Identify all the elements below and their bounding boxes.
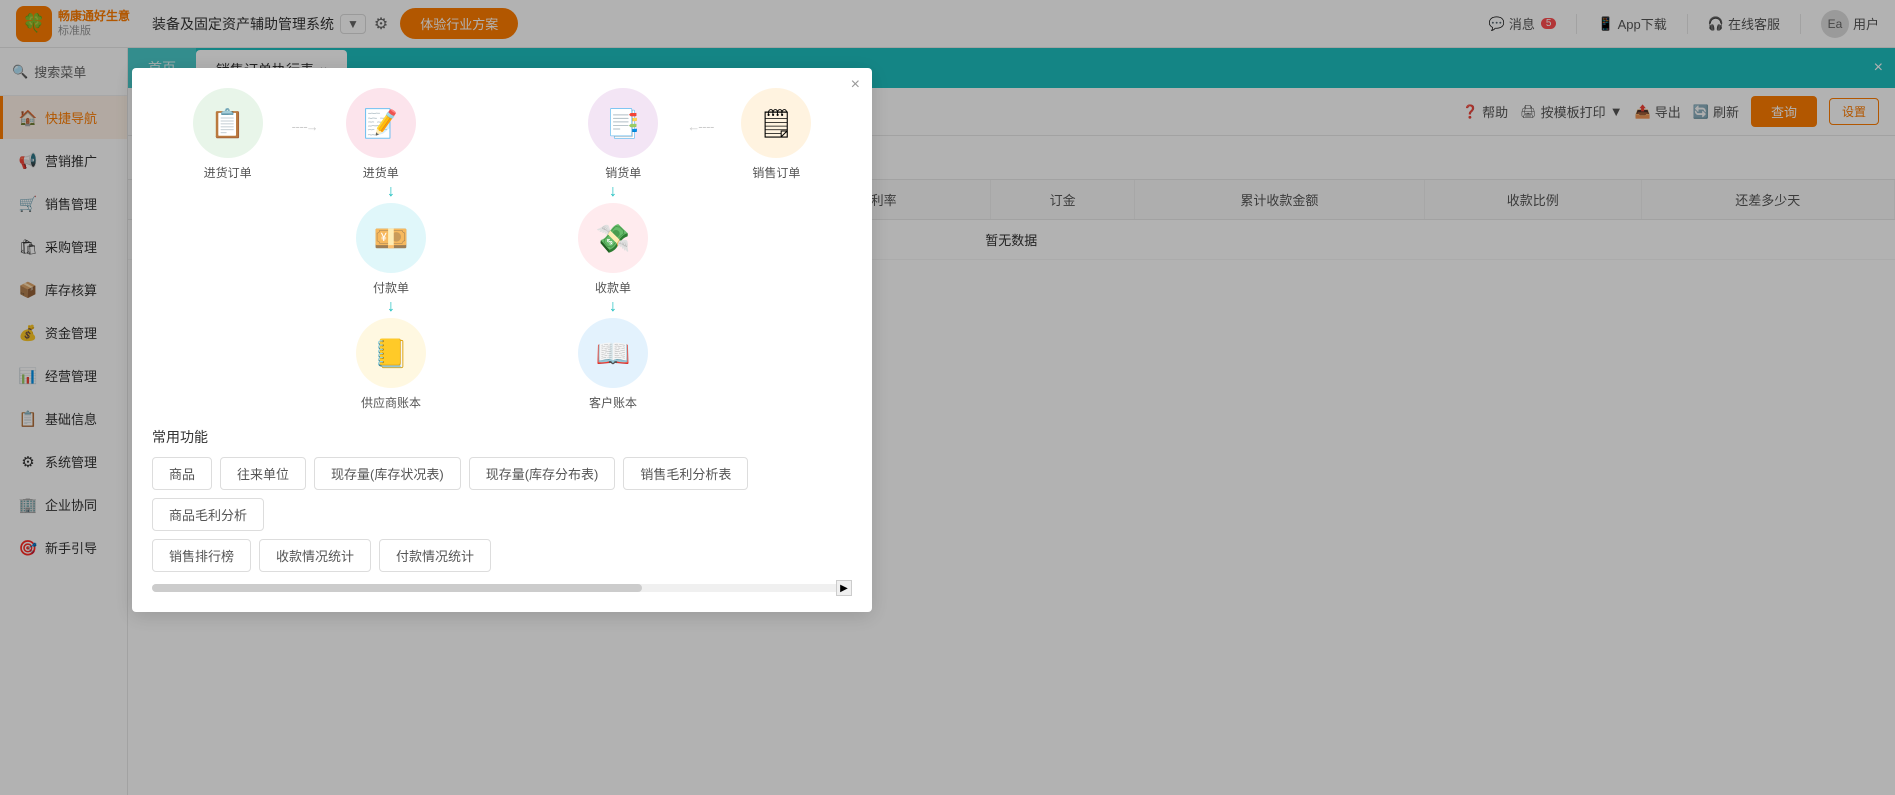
receipt-slip-node[interactable]: 💸 收款单: [553, 203, 673, 296]
func-btn-partner[interactable]: 往来单位: [220, 457, 306, 490]
common-funcs-section: 常用功能 商品 往来单位 现存量(库存状况表) 现存量(库存分布表) 销售毛利分…: [152, 427, 852, 572]
arrow-purchase-down: ↓: [387, 183, 395, 201]
receipt-slip-label: 收款单: [595, 279, 631, 296]
payment-slip-icon: 💴: [356, 203, 426, 273]
func-buttons-row2: 销售排行榜 收款情况统计 付款情况统计: [152, 539, 852, 572]
common-funcs-title: 常用功能: [152, 427, 852, 447]
supplier-account-label: 供应商账本: [361, 394, 421, 411]
func-btn-sales-profit[interactable]: 销售毛利分析表: [623, 457, 748, 490]
purchase-slip-node[interactable]: 📝 进货单: [321, 88, 441, 181]
func-btn-payment-stat[interactable]: 付款情况统计: [379, 539, 491, 572]
func-btn-product[interactable]: 商品: [152, 457, 212, 490]
receipt-slip-icon: 💸: [578, 203, 648, 273]
func-btn-receipt-stat[interactable]: 收款情况统计: [259, 539, 371, 572]
modal-scrollbar-right-btn[interactable]: ▶: [836, 580, 852, 596]
purchase-slip-icon: 📝: [346, 88, 416, 158]
sales-order-icon: 🗒: [741, 88, 811, 158]
arrow-sales-down: ↓: [609, 183, 617, 201]
modal-scrollbar: ▶: [152, 584, 852, 592]
modal-close-btn[interactable]: ×: [851, 76, 860, 94]
arrow-payment-down: ↓: [387, 298, 395, 316]
purchase-order-node[interactable]: 📋 进货订单: [168, 88, 288, 181]
func-btn-stock-status[interactable]: 现存量(库存状况表): [314, 457, 461, 490]
modal-scrollbar-thumb[interactable]: [152, 584, 642, 592]
payment-slip-node[interactable]: 💴 付款单: [331, 203, 451, 296]
func-btn-product-profit[interactable]: 商品毛利分析: [152, 498, 264, 531]
arrow-receipt-down: ↓: [609, 298, 617, 316]
sales-slip-node[interactable]: 📑 销货单: [563, 88, 683, 181]
purchase-slip-label: 进货单: [363, 164, 399, 181]
purchase-order-icon: 📋: [193, 88, 263, 158]
func-btn-stock-dist[interactable]: 现存量(库存分布表): [469, 457, 616, 490]
customer-account-icon: 📖: [578, 318, 648, 388]
func-buttons-row1: 商品 往来单位 现存量(库存状况表) 现存量(库存分布表) 销售毛利分析表 商品…: [152, 457, 852, 531]
customer-account-node[interactable]: 📖 客户账本: [553, 318, 673, 411]
quick-nav-modal: × 📋 进货订单 - - - -→: [132, 68, 872, 612]
func-btn-sales-rank[interactable]: 销售排行榜: [152, 539, 251, 572]
payment-slip-label: 付款单: [373, 279, 409, 296]
flow-diagram: 📋 进货订单 - - - -→ 📝 进货单: [152, 88, 852, 411]
purchase-order-label: 进货订单: [204, 164, 252, 181]
sales-order-label: 销售订单: [752, 164, 800, 181]
customer-account-label: 客户账本: [589, 394, 637, 411]
supplier-account-node[interactable]: 📒 供应商账本: [331, 318, 451, 411]
sales-order-node[interactable]: 🗒 销售订单: [716, 88, 836, 181]
modal-overlay[interactable]: × 📋 进货订单 - - - -→: [0, 0, 1895, 795]
supplier-account-icon: 📒: [356, 318, 426, 388]
sales-slip-label: 销货单: [605, 164, 641, 181]
sales-slip-icon: 📑: [588, 88, 658, 158]
